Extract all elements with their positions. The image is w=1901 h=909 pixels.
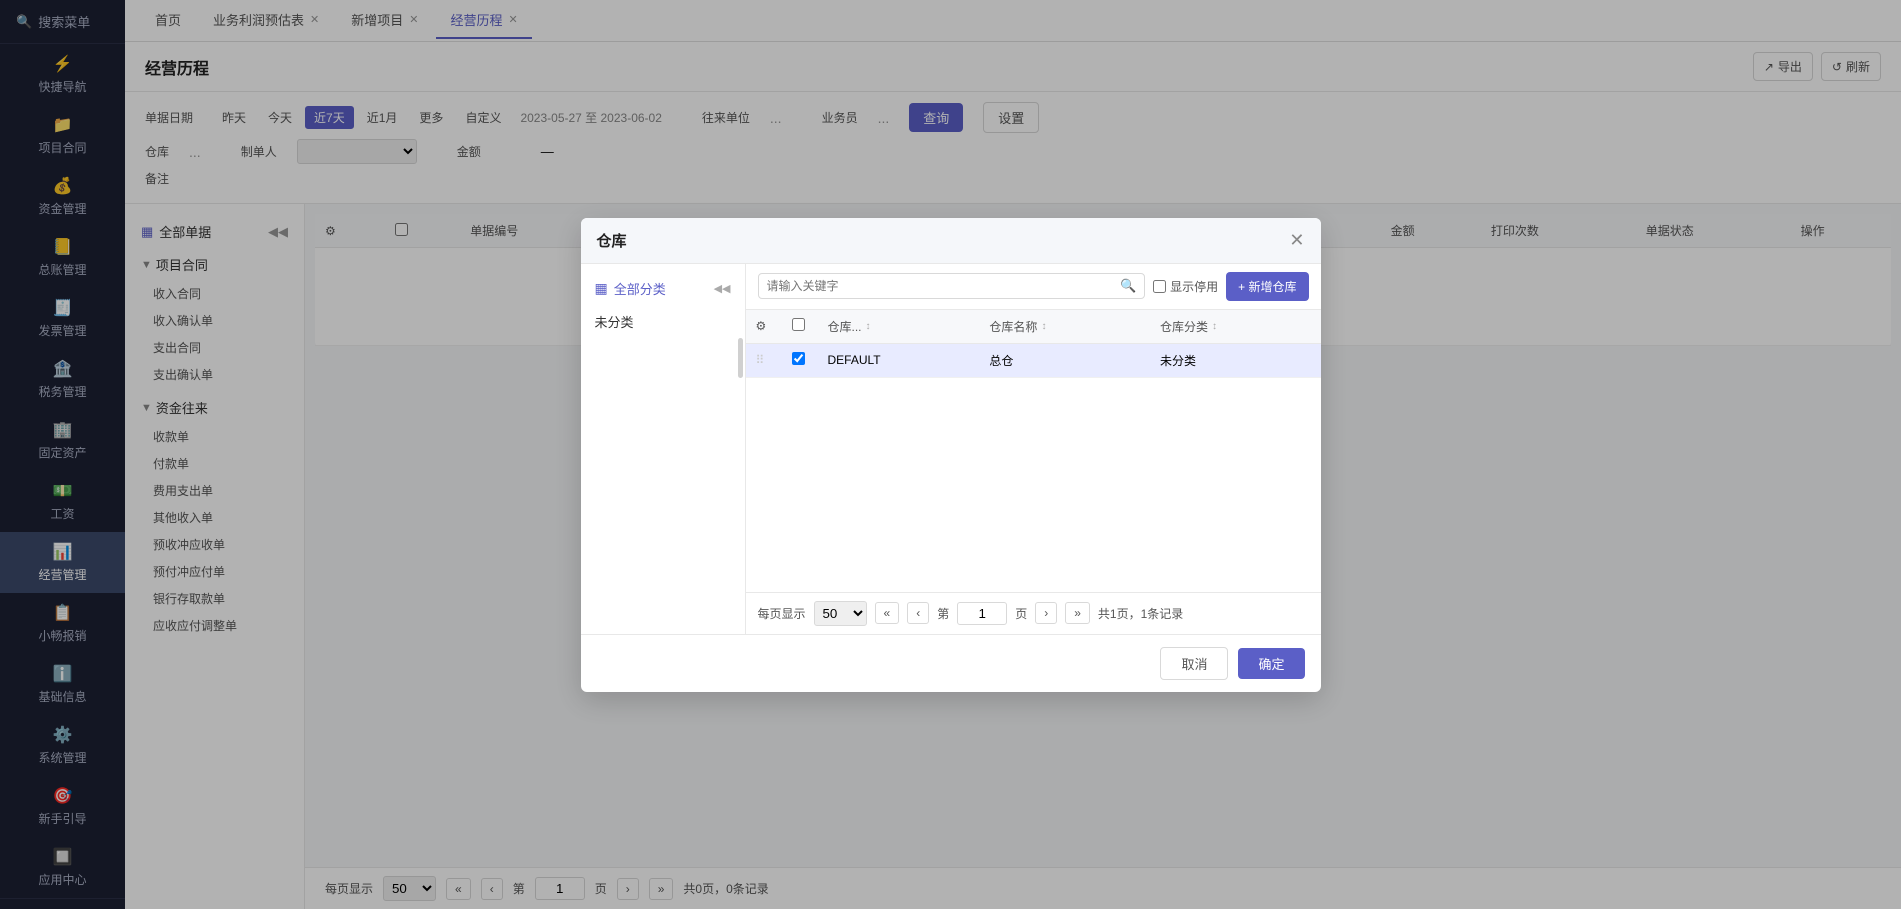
- modal-row-drag: ⠿: [746, 343, 782, 377]
- modal-search-icon[interactable]: 🔍: [1120, 278, 1136, 294]
- modal-confirm-button[interactable]: 确定: [1238, 648, 1304, 679]
- modal-col-category[interactable]: 仓库分类 ↕: [1150, 310, 1321, 344]
- modal-select-all[interactable]: [792, 318, 805, 331]
- modal-category-col-label: 仓库分类: [1160, 318, 1208, 335]
- modal-search-box: 🔍: [758, 273, 1146, 299]
- modal-col-settings[interactable]: ⚙: [746, 310, 782, 344]
- modal-actions: 取消 确定: [581, 634, 1321, 692]
- modal-body: ▦ 全部分类 ◀◀ 未分类 🔍: [581, 264, 1321, 634]
- modal-col-name[interactable]: 仓库名称 ↕: [979, 310, 1150, 344]
- all-category-label: 全部分类: [614, 279, 666, 298]
- modal-overlay: 仓库 ✕ ▦ 全部分类 ◀◀ 未分类: [0, 0, 1901, 909]
- grid-icon2: ▦: [595, 280, 608, 297]
- modal-row-checkbox[interactable]: [792, 352, 805, 365]
- modal-right-panel: 🔍 显示停用 + 新增仓库 ⚙: [746, 264, 1321, 634]
- modal-col-code[interactable]: 仓库... ↕: [818, 310, 980, 344]
- modal-per-page-select[interactable]: 50 100: [814, 601, 867, 626]
- add-warehouse-button[interactable]: + 新增仓库: [1226, 272, 1308, 301]
- modal-row-code: DEFAULT: [818, 343, 980, 377]
- modal-name-sort-icon[interactable]: ↕: [1041, 321, 1046, 332]
- collapse-cat-icon[interactable]: ◀◀: [714, 282, 731, 295]
- modal-row-name: 总仓: [979, 343, 1150, 377]
- modal-table: ⚙ 仓库... ↕: [746, 310, 1321, 378]
- modal-footer-bar: 每页显示 50 100 « ‹ 第 页 › » 共1页，1条记录: [746, 592, 1321, 634]
- modal-code-sort-icon[interactable]: ↕: [866, 321, 871, 332]
- modal-row-checkbox-cell[interactable]: [782, 343, 818, 377]
- modal-first-page-btn[interactable]: «: [875, 602, 900, 624]
- modal-total-records: 共1页，1条记录: [1098, 605, 1183, 622]
- modal-page-input[interactable]: [957, 602, 1007, 625]
- modal-title: 仓库: [597, 230, 627, 251]
- modal-table-wrap: ⚙ 仓库... ↕: [746, 310, 1321, 592]
- modal-category-sort-icon[interactable]: ↕: [1212, 321, 1217, 332]
- show-disabled-checkbox[interactable]: [1153, 280, 1166, 293]
- modal-col-checkbox[interactable]: [782, 310, 818, 344]
- warehouse-modal: 仓库 ✕ ▦ 全部分类 ◀◀ 未分类: [581, 218, 1321, 692]
- uncategorized-label: 未分类: [595, 312, 634, 331]
- modal-page-label-before: 第: [937, 605, 949, 622]
- modal-cancel-button[interactable]: 取消: [1160, 647, 1228, 680]
- modal-settings-icon: ⚙: [756, 319, 767, 333]
- modal-header: 仓库 ✕: [581, 218, 1321, 264]
- modal-page-label-after: 页: [1015, 605, 1027, 622]
- modal-close-button[interactable]: ✕: [1289, 230, 1304, 251]
- modal-per-page-label: 每页显示: [758, 605, 806, 622]
- modal-toolbar: 🔍 显示停用 + 新增仓库: [746, 264, 1321, 310]
- modal-code-col-label: 仓库...: [828, 318, 862, 335]
- show-disabled-text: 显示停用: [1170, 278, 1218, 295]
- modal-row-category: 未分类: [1150, 343, 1321, 377]
- show-disabled-label[interactable]: 显示停用: [1153, 278, 1218, 295]
- modal-name-col-label: 仓库名称: [989, 318, 1037, 335]
- modal-last-page-btn[interactable]: »: [1065, 602, 1090, 624]
- modal-table-row[interactable]: ⠿ DEFAULT 总仓 未分类: [746, 343, 1321, 377]
- modal-category-all[interactable]: ▦ 全部分类 ◀◀: [581, 272, 745, 305]
- modal-next-page-btn[interactable]: ›: [1035, 602, 1057, 624]
- modal-category-uncategorized[interactable]: 未分类: [581, 305, 745, 338]
- modal-prev-page-btn[interactable]: ‹: [907, 602, 929, 624]
- modal-search-input[interactable]: [767, 279, 1116, 293]
- modal-left-spacer: [581, 338, 745, 588]
- modal-left-panel: ▦ 全部分类 ◀◀ 未分类: [581, 264, 746, 634]
- left-scrollbar-thumb: [738, 338, 743, 378]
